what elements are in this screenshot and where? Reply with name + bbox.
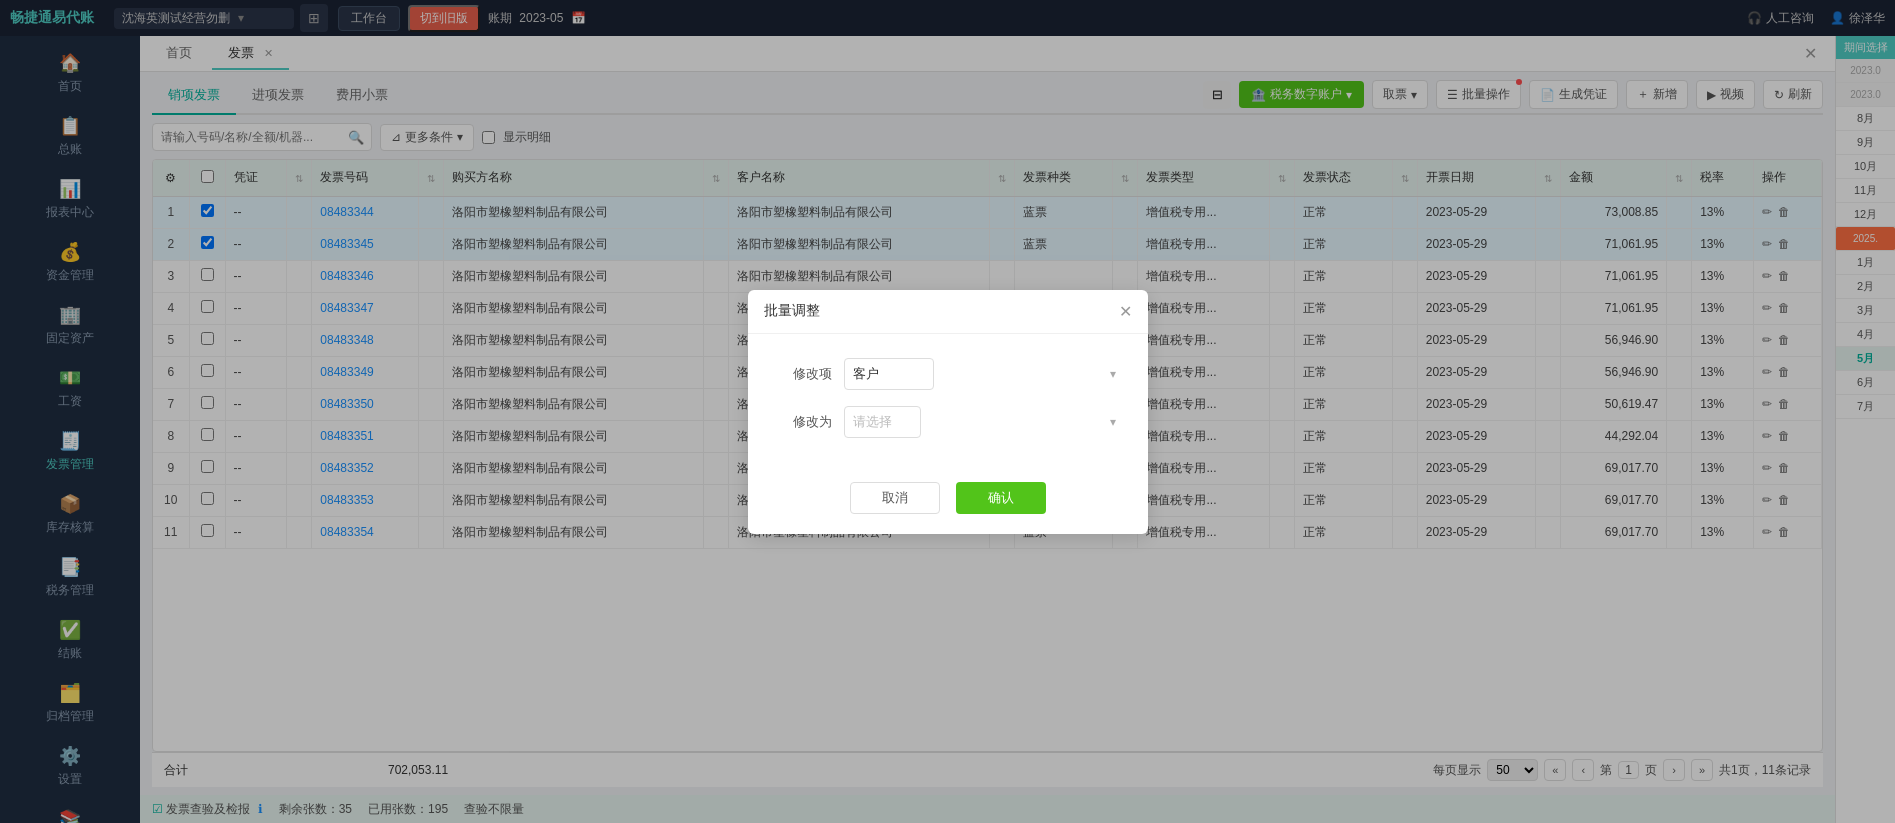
- modal-footer: 取消 确认: [748, 470, 1148, 534]
- modify-item-dropdown-icon: ▾: [1110, 367, 1116, 381]
- batch-adjust-modal: 批量调整 ✕ 修改项 客户 发票类型 开票日期 税率 ▾ 修改为: [748, 290, 1148, 534]
- modify-to-label: 修改为: [772, 413, 832, 431]
- modify-item-select-wrapper: 客户 发票类型 开票日期 税率 ▾: [844, 358, 1124, 390]
- modal-confirm-button[interactable]: 确认: [956, 482, 1046, 514]
- modify-to-select-wrapper: 请选择 ▾: [844, 406, 1124, 438]
- modify-to-select[interactable]: 请选择: [844, 406, 921, 438]
- modify-item-label: 修改项: [772, 365, 832, 383]
- modal-cancel-button[interactable]: 取消: [850, 482, 940, 514]
- modify-to-row: 修改为 请选择 ▾: [772, 406, 1124, 438]
- modal-overlay: 批量调整 ✕ 修改项 客户 发票类型 开票日期 税率 ▾ 修改为: [0, 0, 1895, 823]
- modal-header: 批量调整 ✕: [748, 290, 1148, 334]
- modal-close-button[interactable]: ✕: [1119, 302, 1132, 321]
- modal-title: 批量调整: [764, 302, 820, 320]
- modify-item-select[interactable]: 客户 发票类型 开票日期 税率: [844, 358, 934, 390]
- modify-to-dropdown-icon: ▾: [1110, 415, 1116, 429]
- modify-item-row: 修改项 客户 发票类型 开票日期 税率 ▾: [772, 358, 1124, 390]
- modal-body: 修改项 客户 发票类型 开票日期 税率 ▾ 修改为 请选择: [748, 334, 1148, 470]
